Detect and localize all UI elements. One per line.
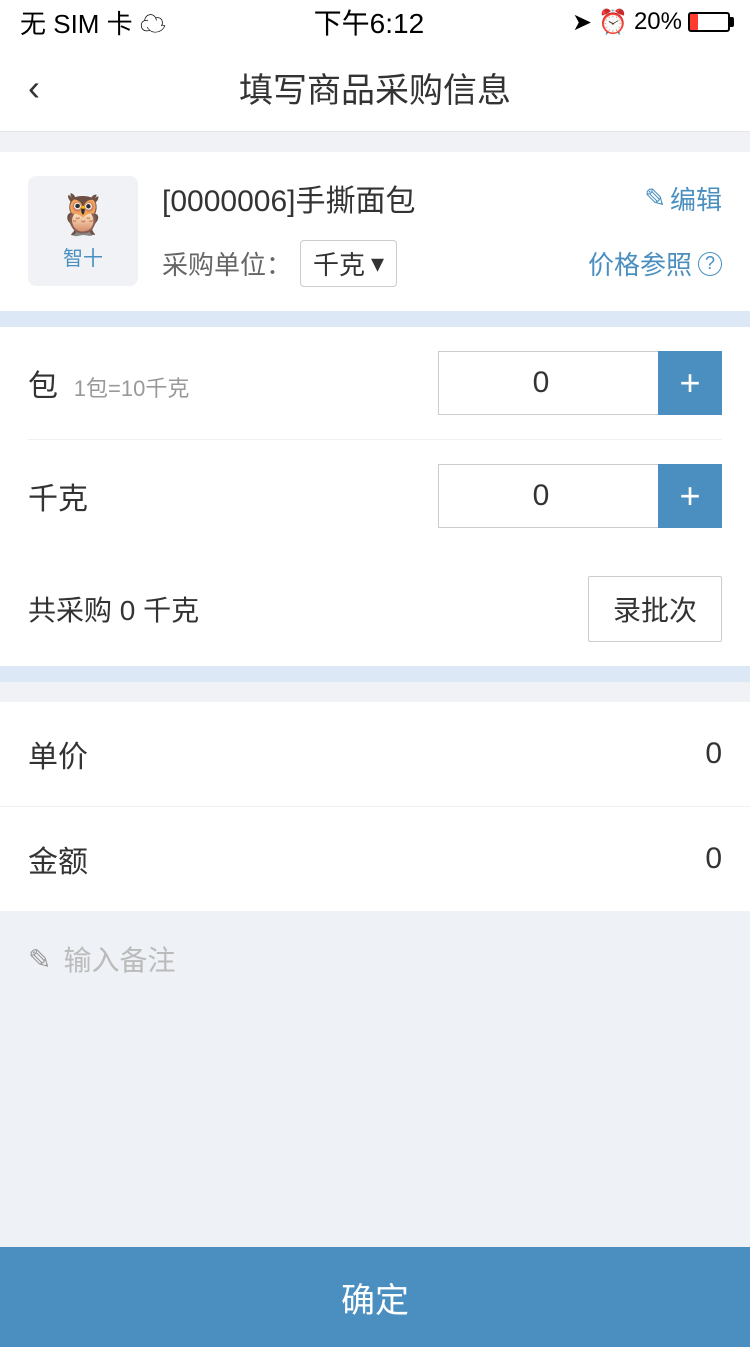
quantity-row-bao: 包 1包=10千克 + — [28, 327, 722, 440]
unit-select[interactable]: 千克 ▾ — [300, 240, 397, 287]
unit-prefix: 采购单位： — [162, 245, 292, 282]
quantity-section: 包 1包=10千克 + 千克 + — [0, 327, 750, 552]
remark-section[interactable]: ✎ 输入备注 — [0, 911, 750, 1007]
quantity-plus-bao[interactable]: + — [658, 351, 722, 415]
confirm-button-wrap: 确定 — [0, 1247, 750, 1347]
product-info: [0000006]手撕面包 ✎ 编辑 采购单位： 千克 ▾ — [162, 176, 722, 287]
amount-row: 金额 0 — [0, 807, 750, 911]
quantity-input-bao[interactable] — [438, 351, 658, 415]
qty-label-bao: 包 1包=10千克 — [28, 361, 189, 405]
status-right: ➤ ⏰ 20% — [572, 8, 730, 37]
unit-price-value: 0 — [705, 737, 722, 771]
battery-text: 20% — [634, 8, 682, 36]
status-left: 无 SIM 卡 ☁ — [20, 4, 166, 41]
qty-input-group-kg: + — [438, 464, 722, 528]
batch-button[interactable]: 录批次 — [588, 576, 722, 642]
price-section: 单价 0 金额 0 — [0, 702, 750, 911]
total-row: 共采购 0 千克 录批次 — [0, 552, 750, 666]
spacer — [0, 1007, 750, 1247]
pencil-icon: ✎ — [28, 943, 51, 976]
qty-label-kg: 千克 — [28, 474, 88, 518]
location-icon: ➤ — [572, 8, 592, 37]
info-icon: ? — [698, 252, 722, 276]
product-owl-icon: 🦉 — [58, 191, 108, 238]
unit-value: 千克 — [313, 245, 365, 282]
quantity-input-kg[interactable] — [438, 464, 658, 528]
product-thumb-label: 智十 — [63, 242, 103, 271]
battery-icon — [688, 12, 730, 32]
confirm-button[interactable]: 确定 — [0, 1247, 750, 1347]
edit-button[interactable]: ✎ 编辑 — [644, 180, 722, 217]
chevron-down-icon: ▾ — [371, 248, 384, 279]
remark-placeholder: 输入备注 — [63, 939, 175, 979]
unit-price-row: 单价 0 — [0, 702, 750, 807]
unit-price-label: 单价 — [28, 732, 88, 776]
unit-row: 采购单位： 千克 ▾ 价格参照 ? — [162, 240, 722, 287]
status-bar: 无 SIM 卡 ☁ 下午6:12 ➤ ⏰ 20% — [0, 0, 750, 44]
quantity-row-kg: 千克 + — [28, 440, 722, 552]
alarm-icon: ⏰ — [598, 8, 628, 37]
status-time: 下午6:12 — [314, 2, 425, 42]
nav-bar: ‹ 填写商品采购信息 — [0, 44, 750, 132]
edit-icon: ✎ — [644, 183, 666, 214]
price-ref-label: 价格参照 — [588, 245, 692, 282]
edit-label: 编辑 — [670, 180, 722, 217]
product-name-row: [0000006]手撕面包 ✎ 编辑 — [162, 176, 722, 220]
section-divider-2 — [0, 666, 750, 682]
amount-value: 0 — [705, 842, 722, 876]
product-thumbnail: 🦉 智十 — [28, 176, 138, 286]
back-button[interactable]: ‹ — [28, 67, 40, 109]
qty-input-group-bao: + — [438, 351, 722, 415]
product-card: 🦉 智十 [0000006]手撕面包 ✎ 编辑 采购单位： 千克 — [0, 152, 750, 311]
section-divider-1 — [0, 311, 750, 327]
quantity-plus-kg[interactable]: + — [658, 464, 722, 528]
amount-label: 金额 — [28, 837, 88, 881]
sim-text: 无 SIM 卡 ☁ — [20, 4, 166, 41]
product-name: [0000006]手撕面包 — [162, 176, 415, 220]
page-title: 填写商品采购信息 — [239, 63, 511, 112]
total-label: 共采购 0 千克 — [28, 589, 199, 629]
price-reference-button[interactable]: 价格参照 ? — [588, 245, 722, 282]
